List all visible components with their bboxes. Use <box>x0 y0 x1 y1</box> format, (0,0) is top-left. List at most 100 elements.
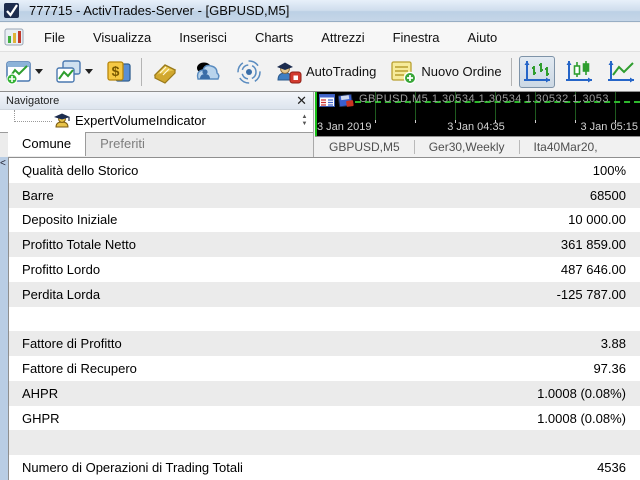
tree-branch-line <box>14 121 52 122</box>
report-row-label: Numero di Operazioni di Trading Totali <box>22 460 243 476</box>
report-row-label: Profitto Totale Netto <box>22 237 136 253</box>
report-row-label: Fattore di Profitto <box>22 336 122 352</box>
chart-tab-gbpusd-m5[interactable]: GBPUSD,M5 <box>315 140 414 154</box>
navigator-header: Navigatore ✕ <box>0 92 313 110</box>
candlestick-chart-button[interactable] <box>562 56 596 88</box>
cloud-icon <box>196 62 220 80</box>
report-table: Qualità dello Storico 100% Barre 68500 Depos… <box>8 157 640 480</box>
arrow-up-icon: ▲ <box>301 114 308 120</box>
report-row-label: AHPR <box>22 385 59 401</box>
autotrading-button[interactable]: AutoTrading <box>273 56 378 88</box>
report-row[interactable]: Profitto Lordo 487 646.00 <box>9 257 640 282</box>
chart-tab-ita40mar20-[interactable]: Ita40Mar20, <box>520 140 612 154</box>
report-row-value: 361 859.00 <box>560 237 626 253</box>
menu-item-finestra[interactable]: Finestra <box>379 25 454 50</box>
report-row-label: Barre <box>22 187 54 203</box>
title-bar: 777715 - ActivTrades-Server - [GBPUSD,M5… <box>0 0 640 22</box>
report-row-value: 100% <box>592 162 626 178</box>
chart-canvas[interactable]: GBPUSD,M5 1.30534 1.30534 1.30532 1.3053… <box>315 92 640 136</box>
expert-advisor-icon <box>54 113 70 128</box>
autotrading-icon <box>277 62 302 83</box>
history-book-icon <box>153 63 177 84</box>
signals-icon <box>237 59 261 84</box>
report-row[interactable]: Qualità dello Storico 100% <box>9 158 640 183</box>
report-row-value: 3.88 <box>600 336 626 352</box>
tab-comune[interactable]: Comune <box>8 132 87 156</box>
report-row-value: -125 787.00 <box>556 286 626 302</box>
report-row-value: 4536 <box>597 460 626 476</box>
report-row[interactable]: Fattore di Profitto 3.88 <box>9 331 640 357</box>
report-row-value: 487 646.00 <box>560 261 626 277</box>
panel-collapse-strip[interactable]: < <box>0 157 8 480</box>
report-row-label: Perdita Lorda <box>22 286 101 302</box>
window-title: 777715 - ActivTrades-Server - [GBPUSD,M5… <box>29 3 290 18</box>
report-row[interactable]: Deposito Iniziale 10 000.00 <box>9 207 640 233</box>
report-row[interactable]: GHPR 1.0008 (0.08%) <box>9 405 640 431</box>
time-axis-label: 3 Jan 2019 <box>317 121 372 133</box>
candlestick-chart-icon <box>565 60 592 82</box>
report-row[interactable]: Profitto Totale Netto 361 859.00 <box>9 232 640 258</box>
report-row-label: Fattore di Recupero <box>22 361 137 376</box>
window-check-icon <box>4 2 19 18</box>
menu-item-attrezzi[interactable]: Attrezzi <box>307 25 378 50</box>
collapse-left-icon: < <box>0 158 6 169</box>
report-row-label: GHPR <box>22 410 60 426</box>
navigator-panel: Navigatore ✕ ExpertVolumeIndicator ▲ ▼ Co… <box>0 92 314 157</box>
report-row[interactable]: Barre 68500 <box>9 182 640 208</box>
line-chart-icon <box>607 60 634 82</box>
toolbar-separator <box>510 57 512 86</box>
mql5-community-button[interactable] <box>191 56 223 88</box>
svg-text:$: $ <box>112 63 120 79</box>
navigator-title: Navigatore <box>6 94 60 107</box>
tester-report: < Qualità dello Storico 100% Barre 68500 Dep… <box>0 157 640 480</box>
report-row[interactable]: Numero di Operazioni di Trading Totali 45… <box>9 455 640 480</box>
chart-tab-ger30-weekly[interactable]: Ger30,Weekly <box>415 140 519 154</box>
bar-chart-icon <box>523 60 550 82</box>
metatrader-window: 777715 - ActivTrades-Server - [GBPUSD,M5… <box>0 0 640 480</box>
report-row-value: 1.0008 (0.08%) <box>537 410 626 426</box>
report-row-label: Profitto Lordo <box>22 261 101 277</box>
report-row-value: 68500 <box>589 187 626 203</box>
signals-button[interactable] <box>233 56 265 88</box>
new-order-icon <box>391 60 417 84</box>
new-chart-icon <box>6 60 31 84</box>
menu-item-visualizza[interactable]: Visualizza <box>79 25 165 50</box>
toolbar-separator <box>141 57 142 86</box>
menu-item-inserisci[interactable]: Inserisci <box>165 25 241 50</box>
menu-item-file[interactable]: File <box>30 25 79 50</box>
market-watch-button[interactable]: $ <box>104 56 134 88</box>
scroll-spinner[interactable]: ▲ ▼ <box>298 111 311 131</box>
report-row-label: Qualità dello Storico <box>22 162 139 178</box>
time-axis-label: 3 Jan 04:35 <box>447 121 505 133</box>
data-window-icon <box>319 94 335 107</box>
market-watch-icon: $ <box>107 60 131 82</box>
report-row[interactable]: AHPR 1.0008 (0.08%) <box>9 380 640 406</box>
time-axis-label: 3 Jan 05:15 <box>580 121 639 133</box>
profiles-icon <box>56 59 81 83</box>
report-row[interactable]: Fattore di Recupero 97.36 <box>9 356 640 381</box>
report-row-value: 10 000.00 <box>568 212 626 228</box>
navigator-tree: ExpertVolumeIndicator ▲ ▼ <box>0 110 313 132</box>
report-row-label: Deposito Iniziale <box>22 212 118 228</box>
chart-symbol-quote: GBPUSD,M5 1.30534 1.30534 1.30532 1.3053 <box>359 93 609 105</box>
menu-item-aiuto[interactable]: Aiuto <box>454 25 512 50</box>
tab-preferiti[interactable]: Preferiti <box>86 133 159 157</box>
close-icon[interactable]: ✕ <box>296 94 307 107</box>
gridline <box>615 92 616 123</box>
chevron-down-icon <box>35 69 43 74</box>
report-row-value: 1.0008 (0.08%) <box>537 385 626 401</box>
new-order-button[interactable]: Nuovo Ordine <box>388 56 503 88</box>
report-row[interactable]: Perdita Lorda -125 787.00 <box>9 281 640 307</box>
profiles-button[interactable] <box>54 56 95 88</box>
new-order-label: Nuovo Ordine <box>421 64 502 79</box>
report-row-blank[interactable] <box>9 430 640 456</box>
tree-item-expertvolumeindicator[interactable]: ExpertVolumeIndicator <box>75 113 206 128</box>
report-row-blank[interactable] <box>9 306 640 332</box>
save-icon <box>338 94 354 107</box>
chevron-down-icon <box>85 69 93 74</box>
bar-chart-button[interactable] <box>518 55 555 88</box>
menu-item-charts[interactable]: Charts <box>241 25 307 50</box>
history-center-button[interactable] <box>149 56 181 88</box>
line-chart-button[interactable] <box>604 56 638 88</box>
new-chart-button[interactable] <box>4 56 45 88</box>
